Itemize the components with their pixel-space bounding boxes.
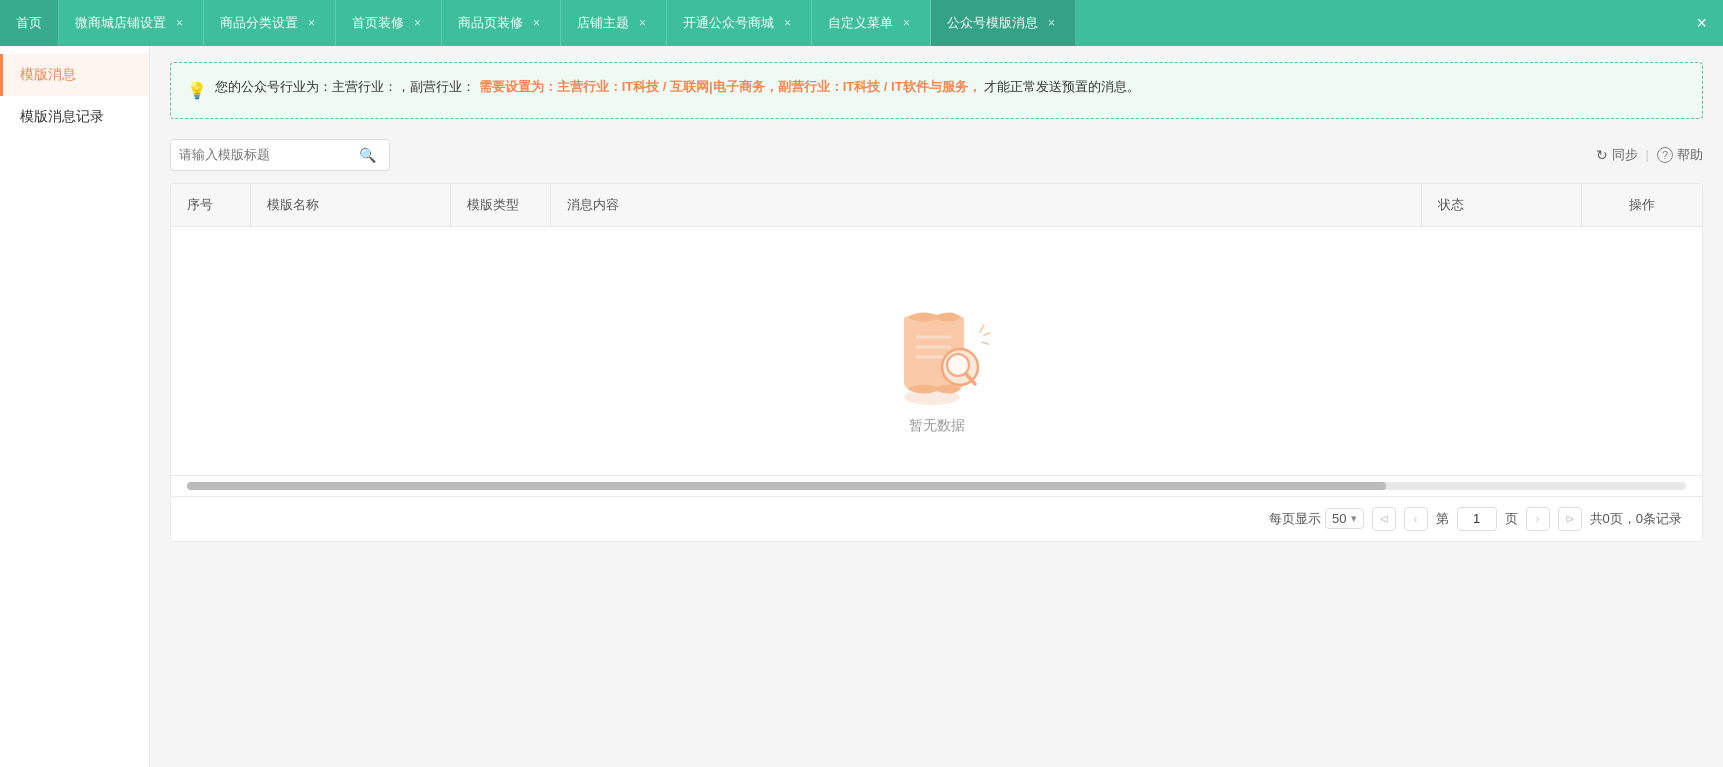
search-input[interactable]	[179, 147, 359, 162]
top-nav: 首页 微商城店铺设置 × 商品分类设置 × 首页装修 × 商品页装修 × 店铺主…	[0, 0, 1723, 46]
nav-tab-home-label: 首页	[16, 14, 42, 32]
page-last-button[interactable]: ⊳	[1558, 507, 1582, 531]
main-layout: 模版消息 模版消息记录 💡 您的公众号行业为：主营行业：，副营行业： 需要设置为…	[0, 46, 1723, 767]
notice-prefix: 您的公众号行业为：主营行业：，副营行业：	[215, 79, 475, 94]
search-bar: 🔍 ↻ 同步 | ? 帮助	[170, 139, 1703, 171]
scroll-bar-area	[171, 475, 1702, 496]
search-input-wrap[interactable]: 🔍	[170, 139, 390, 171]
svg-line-8	[984, 333, 990, 335]
sync-label: 同步	[1612, 146, 1638, 164]
th-index-label: 序号	[187, 197, 213, 212]
per-page-value: 50	[1332, 511, 1346, 526]
nav-tab-wechat-shop-label: 微商城店铺设置	[75, 14, 166, 32]
help-label: 帮助	[1677, 146, 1703, 164]
nav-tab-template-msg[interactable]: 公众号模版消息 ×	[931, 0, 1076, 46]
close-all-icon: ×	[1696, 13, 1707, 34]
page-first-button[interactable]: ⊲	[1372, 507, 1396, 531]
sidebar: 模版消息 模版消息记录	[0, 46, 150, 767]
nav-tab-product-category-label: 商品分类设置	[220, 14, 298, 32]
help-button[interactable]: ? 帮助	[1657, 146, 1703, 164]
nav-tab-open-mall[interactable]: 开通公众号商城 ×	[667, 0, 812, 46]
per-page-label: 每页显示	[1269, 510, 1321, 528]
page-label-post: 页	[1505, 510, 1518, 528]
search-right: ↻ 同步 | ? 帮助	[1596, 146, 1703, 164]
nav-tab-product-decor-label: 商品页装修	[458, 14, 523, 32]
nav-tab-home-decor-label: 首页装修	[352, 14, 404, 32]
nav-tab-template-msg-label: 公众号模版消息	[947, 14, 1038, 32]
nav-tab-open-mall-label: 开通公众号商城	[683, 14, 774, 32]
page-next-button[interactable]: ›	[1526, 507, 1550, 531]
nav-tab-home-decor[interactable]: 首页装修 ×	[336, 0, 442, 46]
help-icon: ?	[1657, 147, 1673, 163]
nav-tab-shop-theme[interactable]: 店铺主题 ×	[561, 0, 667, 46]
nav-tab-product-decor[interactable]: 商品页装修 ×	[442, 0, 561, 46]
per-page-dropdown-icon: ▾	[1351, 512, 1357, 525]
nav-tab-custom-menu-label: 自定义菜单	[828, 14, 893, 32]
notice-icon: 💡	[187, 78, 207, 104]
data-table: 序号 模版名称 模版类型 消息内容 状态 操作	[170, 183, 1703, 542]
page-input[interactable]	[1457, 507, 1497, 531]
search-left: 🔍	[170, 139, 390, 171]
pagination: 每页显示 50 ▾ ⊲ ‹ 第 页 › ⊳ 共0页，0条记录	[171, 496, 1702, 541]
divider: |	[1646, 147, 1649, 162]
nav-tab-product-category-close[interactable]: ×	[304, 14, 319, 32]
nav-tab-template-msg-close[interactable]: ×	[1044, 14, 1059, 32]
th-action-label: 操作	[1629, 197, 1655, 212]
content-area: 💡 您的公众号行业为：主营行业：，副营行业： 需要设置为：主营行业：IT科技 /…	[150, 46, 1723, 767]
scroll-track[interactable]	[187, 482, 1686, 490]
empty-illustration	[872, 287, 1002, 417]
scroll-thumb[interactable]	[187, 482, 1386, 490]
th-action: 操作	[1582, 184, 1702, 226]
table-header: 序号 模版名称 模版类型 消息内容 状态 操作	[171, 184, 1702, 227]
th-name-label: 模版名称	[267, 197, 319, 212]
nav-tab-custom-menu-close[interactable]: ×	[899, 14, 914, 32]
nav-tab-shop-theme-label: 店铺主题	[577, 14, 629, 32]
notice-box: 💡 您的公众号行业为：主营行业：，副营行业： 需要设置为：主营行业：IT科技 /…	[170, 62, 1703, 119]
search-icon[interactable]: 🔍	[359, 147, 376, 163]
th-type-label: 模版类型	[467, 197, 519, 212]
th-status: 状态	[1422, 184, 1582, 226]
sidebar-item-template-msg-label: 模版消息	[20, 66, 76, 82]
per-page-wrap: 每页显示 50 ▾	[1269, 508, 1363, 529]
empty-text: 暂无数据	[909, 417, 965, 435]
page-label-pre: 第	[1436, 510, 1449, 528]
nav-tab-wechat-shop-close[interactable]: ×	[172, 14, 187, 32]
sidebar-item-template-msg-log[interactable]: 模版消息记录	[0, 96, 149, 138]
pagination-total: 共0页，0条记录	[1590, 510, 1682, 528]
sync-icon: ↻	[1596, 147, 1608, 163]
notice-suffix: 才能正常发送预置的消息。	[984, 79, 1140, 94]
th-content: 消息内容	[551, 184, 1422, 226]
nav-tab-wechat-shop[interactable]: 微商城店铺设置 ×	[59, 0, 204, 46]
notice-required: 需要设置为：主营行业：IT科技 / 互联网|电子商务，副营行业：IT科技 / I…	[479, 79, 981, 94]
nav-tab-shop-theme-close[interactable]: ×	[635, 14, 650, 32]
th-type: 模版类型	[451, 184, 551, 226]
nav-tab-open-mall-close[interactable]: ×	[780, 14, 795, 32]
th-index: 序号	[171, 184, 251, 226]
th-name: 模版名称	[251, 184, 451, 226]
th-status-label: 状态	[1438, 197, 1464, 212]
nav-tab-product-decor-close[interactable]: ×	[529, 14, 544, 32]
nav-tab-custom-menu[interactable]: 自定义菜单 ×	[812, 0, 931, 46]
svg-line-7	[980, 325, 984, 332]
svg-line-9	[982, 342, 988, 344]
th-content-label: 消息内容	[567, 197, 619, 212]
nav-tab-home[interactable]: 首页	[0, 0, 59, 46]
per-page-select[interactable]: 50 ▾	[1325, 508, 1363, 529]
notice-text: 您的公众号行业为：主营行业：，副营行业： 需要设置为：主营行业：IT科技 / 互…	[215, 77, 1686, 98]
sidebar-item-template-msg[interactable]: 模版消息	[0, 54, 149, 96]
empty-state: 暂无数据	[171, 227, 1702, 475]
nav-tab-product-category[interactable]: 商品分类设置 ×	[204, 0, 336, 46]
sync-button[interactable]: ↻ 同步	[1596, 146, 1638, 164]
page-prev-button[interactable]: ‹	[1404, 507, 1428, 531]
nav-tab-home-decor-close[interactable]: ×	[410, 14, 425, 32]
nav-close-all-button[interactable]: ×	[1680, 0, 1723, 46]
sidebar-item-template-msg-log-label: 模版消息记录	[20, 108, 104, 124]
